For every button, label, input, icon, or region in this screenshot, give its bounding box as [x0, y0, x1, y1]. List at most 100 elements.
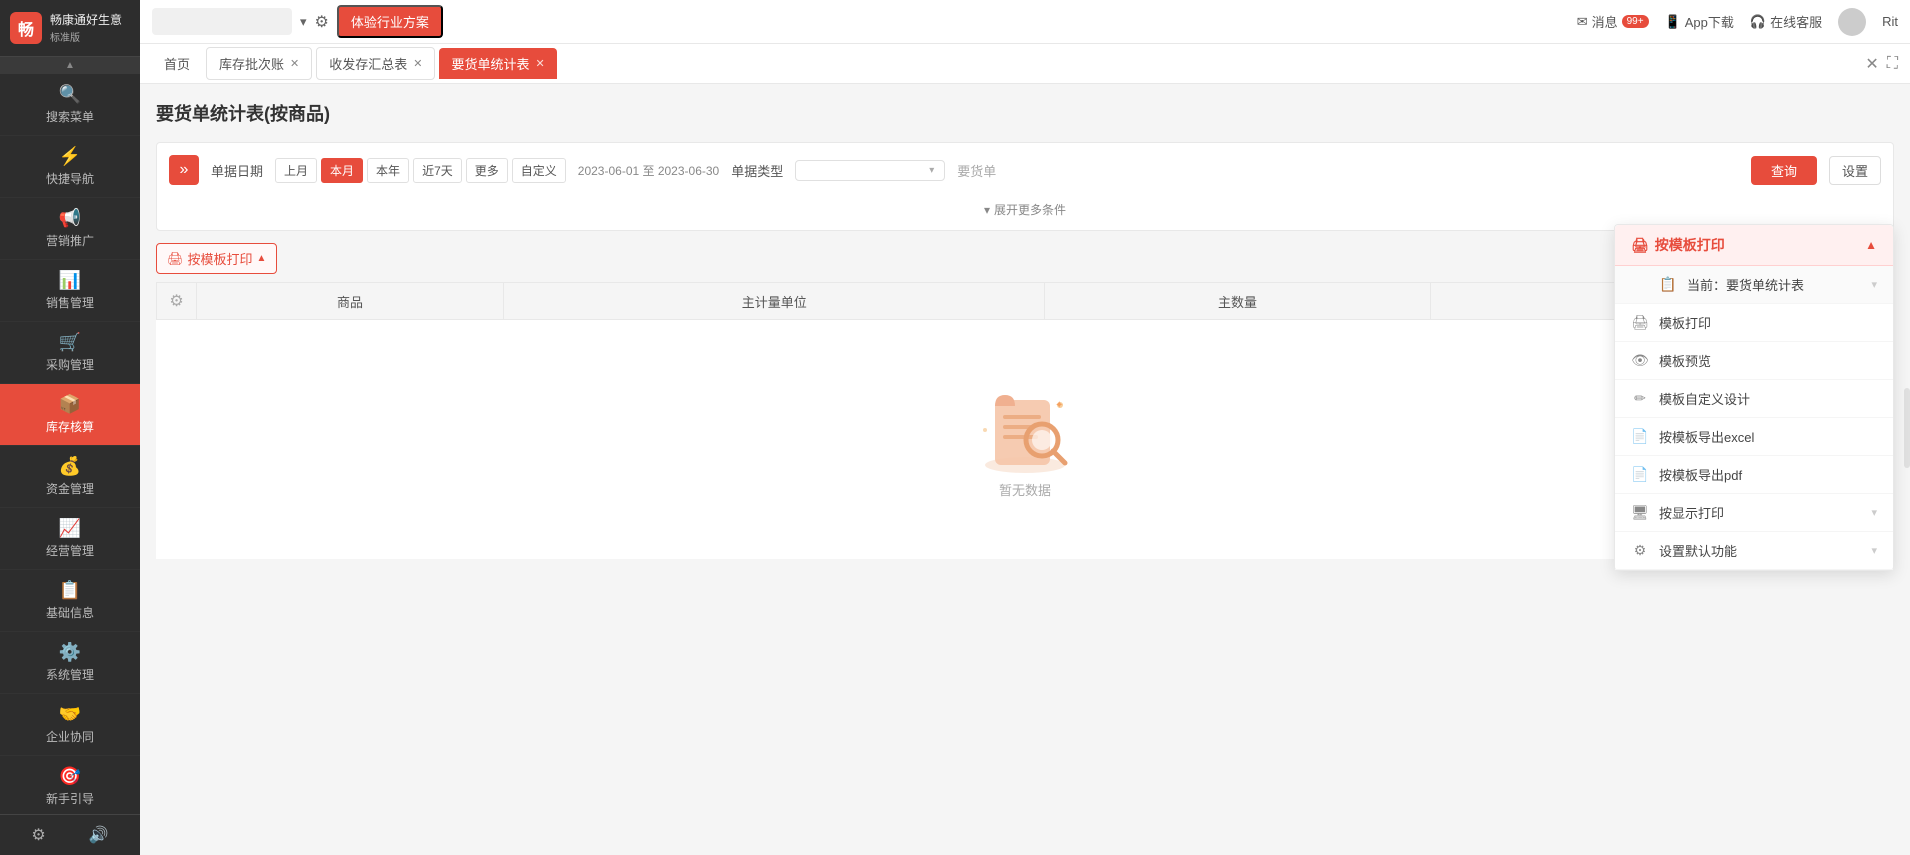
filter-expand-button[interactable]: » — [169, 155, 199, 185]
dropdown-item-export-excel[interactable]: 📄 按模板导出excel — [1615, 418, 1893, 456]
sidebar-item-enterprise[interactable]: 🤝 企业协同 — [0, 694, 140, 756]
window-maximize-button[interactable]: ⛶ — [1887, 55, 1898, 73]
tab-order-stats[interactable]: 要货单统计表 ✕ — [439, 48, 556, 79]
toolbar-left: 🖨 按模板打印 ▲ — [156, 243, 277, 274]
dropdown-template-print-icon: 🖨 — [1631, 314, 1649, 331]
tab-home[interactable]: 首页 — [152, 48, 202, 79]
template-print-container: 🖨 按模板打印 ▲ — [156, 243, 277, 274]
sidebar-item-shortcut[interactable]: ⚡ 快捷导航 — [0, 136, 140, 198]
template-print-arrow: ▲ — [257, 253, 267, 264]
dropdown-item-template-print[interactable]: 🖨 模板打印 — [1615, 304, 1893, 342]
sidebar-scroll-up[interactable]: ▲ — [0, 57, 140, 74]
dropdown-display-print-label: 按显示打印 — [1659, 503, 1724, 522]
dropdown-item-template-design[interactable]: ✏ 模板自定义设计 — [1615, 380, 1893, 418]
trial-button[interactable]: 体验行业方案 — [337, 5, 443, 38]
expand-more-button[interactable]: ▾ 展开更多条件 — [984, 201, 1066, 218]
topbar-dropdown-arrow[interactable]: ▾ — [300, 14, 307, 30]
date-btn-custom[interactable]: 自定义 — [512, 158, 566, 183]
tab-inventory-batch[interactable]: 库存批次账 ✕ — [206, 47, 312, 80]
date-btn-more[interactable]: 更多 — [466, 158, 508, 183]
dropdown-item-export-pdf[interactable]: 📄 按模板导出pdf — [1615, 456, 1893, 494]
avatar[interactable] — [1838, 8, 1866, 36]
dropdown-item-display-print[interactable]: 🖥 按显示打印 ▾ — [1615, 494, 1893, 532]
dropdown-current-template[interactable]: 📋 当前：要货单统计表 ▾ — [1615, 266, 1893, 304]
date-btn-7days[interactable]: 近7天 — [413, 158, 462, 183]
topbar: ▾ ⚙ 体验行业方案 ✉ 消息 99+ 📱 App下载 🎧 在线客服 Rit — [140, 0, 1910, 44]
sound-icon[interactable]: 🔊 — [89, 825, 109, 845]
table-settings-icon[interactable]: ⚙ — [169, 293, 183, 310]
dropdown-collapse-arrow[interactable]: ▲ — [1865, 238, 1877, 252]
date-btn-this-year[interactable]: 本年 — [367, 158, 409, 183]
message-icon: ✉ — [1577, 14, 1588, 30]
sidebar-item-purchase[interactable]: 🛒 采购管理 — [0, 322, 140, 384]
tab-inventory-batch-close[interactable]: ✕ — [290, 57, 299, 70]
sidebar-nav: ▲ 🔍 搜索菜单 ⚡ 快捷导航 📢 营销推广 📊 销售管理 🛒 采购管理 📦 库… — [0, 57, 140, 814]
tab-order-stats-close[interactable]: ✕ — [536, 57, 545, 70]
tab-receipt-summary[interactable]: 收发存汇总表 ✕ — [316, 47, 435, 80]
sidebar-item-label: 新手引导 — [46, 790, 94, 807]
sidebar-item-label: 采购管理 — [46, 356, 94, 373]
window-close-button[interactable]: ✕ — [1865, 54, 1878, 74]
empty-text: 暂无数据 — [999, 480, 1051, 499]
dropdown-item-template-preview[interactable]: 👁 模板预览 — [1615, 342, 1893, 380]
sidebar-item-label: 库存核算 — [46, 418, 94, 435]
app-download-button[interactable]: 📱 App下载 — [1665, 12, 1734, 31]
online-service-label: 在线客服 — [1770, 12, 1822, 31]
dropdown-template-print-label: 模板打印 — [1659, 313, 1877, 332]
dropdown-export-pdf-label: 按模板导出pdf — [1659, 465, 1877, 484]
sidebar-item-sales[interactable]: 📊 销售管理 — [0, 260, 140, 322]
settings-button[interactable]: 设置 — [1829, 156, 1881, 185]
date-range-display: 2023-06-01 至 2023-06-30 — [578, 162, 719, 179]
sidebar-item-marketing[interactable]: 📢 营销推广 — [0, 198, 140, 260]
date-btn-last-month[interactable]: 上月 — [275, 158, 317, 183]
dropdown-display-print-icon: 🖥 — [1631, 504, 1649, 521]
template-print-dropdown: 🖨 按模板打印 ▲ 📋 当前：要货单统计表 ▾ 🖨 模板打印 👁 模板预览 ✏ — [1614, 224, 1894, 571]
topbar-left: ▾ ⚙ 体验行业方案 — [152, 5, 443, 38]
sidebar-item-system[interactable]: ⚙️ 系统管理 — [0, 632, 140, 694]
sidebar-item-inventory[interactable]: 📦 库存核算 — [0, 384, 140, 446]
topbar-gear-icon[interactable]: ⚙ — [315, 12, 329, 32]
dropdown-item-set-default[interactable]: ⚙ 设置默认功能 ▾ — [1615, 532, 1893, 570]
dropdown-title-label: 按模板打印 — [1655, 235, 1725, 255]
empty-illustration: ✦ — [970, 380, 1080, 480]
type-filter-arrow: ▾ — [929, 165, 934, 176]
sidebar-item-base[interactable]: 📋 基础信息 — [0, 570, 140, 632]
dropdown-title: 🖨 按模板打印 — [1631, 235, 1725, 255]
filter-row: » 单据日期 上月 本月 本年 近7天 更多 自定义 2023-06-01 至 … — [169, 155, 1881, 185]
sidebar-item-finance[interactable]: 💰 资金管理 — [0, 446, 140, 508]
messages-button[interactable]: ✉ 消息 99+ — [1577, 12, 1649, 31]
date-btn-this-month[interactable]: 本月 — [321, 158, 363, 183]
dropdown-export-excel-label: 按模板导出excel — [1659, 427, 1877, 446]
dropdown-display-print-arrow: ▾ — [1871, 506, 1877, 519]
dropdown-current-arrow: ▾ — [1871, 278, 1877, 291]
type-filter-select[interactable]: ▾ — [795, 160, 945, 181]
template-print-button[interactable]: 🖨 按模板打印 ▲ — [156, 243, 277, 274]
dropdown-display-print-left: 🖥 按显示打印 — [1631, 503, 1724, 522]
settings-bottom-icon[interactable]: ⚙ — [31, 825, 45, 845]
sidebar: 畅 畅康通好生意 标准版 ▲ 🔍 搜索菜单 ⚡ 快捷导航 📢 营销推广 📊 销售… — [0, 0, 140, 855]
online-service-button[interactable]: 🎧 在线客服 — [1750, 12, 1822, 31]
dropdown-set-default-left: ⚙ 设置默认功能 — [1631, 541, 1737, 560]
template-print-label: 按模板打印 — [188, 249, 253, 268]
sidebar-item-operation[interactable]: 📈 经营管理 — [0, 508, 140, 570]
tab-receipt-summary-close[interactable]: ✕ — [413, 57, 422, 70]
topbar-search-box[interactable] — [152, 8, 292, 35]
sidebar-item-label: 销售管理 — [46, 294, 94, 311]
filter-bar: » 单据日期 上月 本月 本年 近7天 更多 自定义 2023-06-01 至 … — [156, 142, 1894, 231]
svg-text:✦: ✦ — [1055, 400, 1063, 411]
sidebar-item-guide[interactable]: 🎯 新手引导 — [0, 756, 140, 814]
date-buttons: 上月 本月 本年 近7天 更多 自定义 — [275, 158, 566, 183]
page-title: 要货单统计表(按商品) — [156, 100, 1894, 126]
tab-receipt-summary-label: 收发存汇总表 — [329, 54, 407, 73]
messages-label: 消息 — [1592, 12, 1618, 31]
username[interactable]: Rit — [1882, 14, 1898, 29]
sidebar-item-search[interactable]: 🔍 搜索菜单 — [0, 74, 140, 136]
logo-subtitle: 标准版 — [50, 29, 122, 44]
finance-icon: 💰 — [59, 456, 81, 477]
type-filter-label: 单据类型 — [731, 161, 783, 180]
dropdown-set-default-icon: ⚙ — [1631, 542, 1649, 559]
tabs-bar: 首页 库存批次账 ✕ 收发存汇总表 ✕ 要货单统计表 ✕ ✕ ⛶ — [140, 44, 1910, 84]
table-settings-col: ⚙ — [157, 283, 197, 320]
query-button[interactable]: 查询 — [1751, 156, 1817, 185]
tab-home-label: 首页 — [164, 54, 190, 73]
